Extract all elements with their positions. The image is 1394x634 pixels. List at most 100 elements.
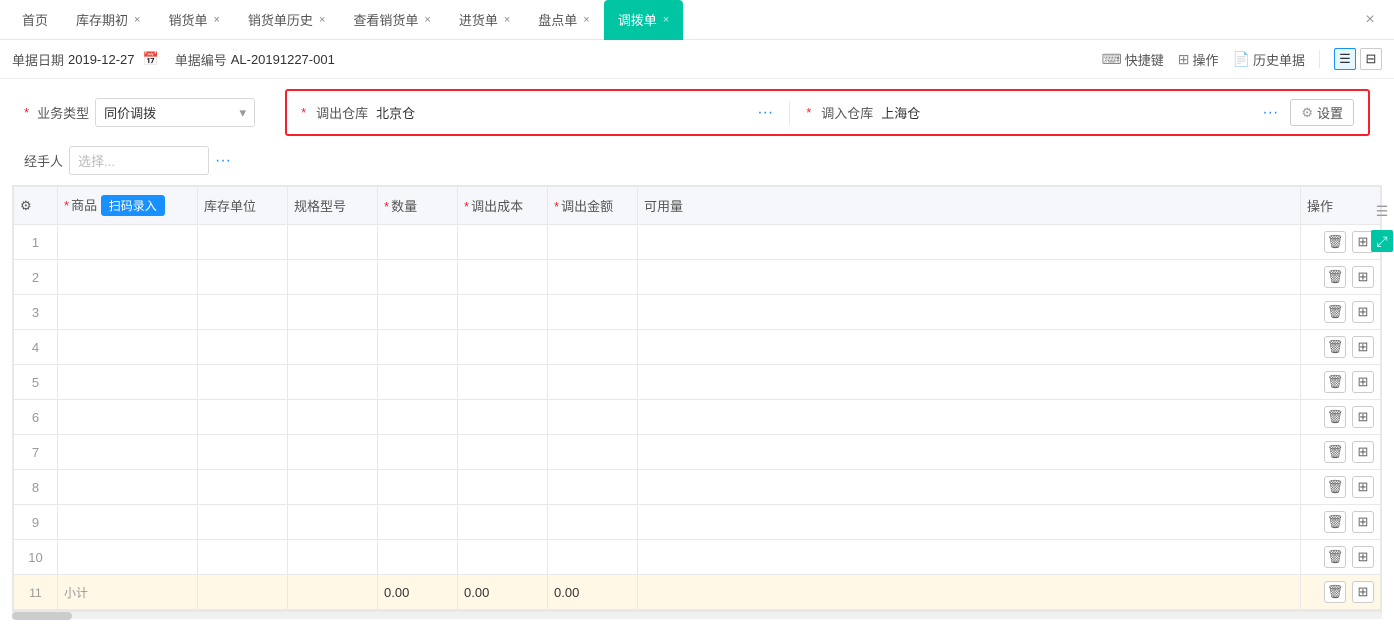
delete-row-button[interactable]: 🗑	[1324, 546, 1346, 568]
unit-cell[interactable]	[198, 505, 288, 540]
qty-cell[interactable]	[378, 470, 458, 505]
qty-cell[interactable]	[378, 295, 458, 330]
product-cell[interactable]	[58, 225, 198, 260]
shortcut-action[interactable]: ⌨ 快捷键	[1102, 50, 1164, 69]
out-warehouse-more-icon[interactable]: ···	[757, 105, 773, 121]
tab-close-stock-init[interactable]: ×	[134, 14, 140, 26]
view-list-icon[interactable]: ☰	[1334, 48, 1356, 70]
delete-row-button[interactable]: 🗑	[1324, 406, 1346, 428]
spec-cell[interactable]	[288, 330, 378, 365]
out-warehouse-value[interactable]: 北京仓	[376, 103, 415, 122]
amount-cell[interactable]	[548, 540, 638, 575]
product-cell[interactable]	[58, 365, 198, 400]
unit-cell[interactable]	[198, 400, 288, 435]
tab-sales-order[interactable]: 销货单 ×	[154, 0, 233, 40]
col-settings[interactable]: ⚙	[14, 187, 58, 225]
in-warehouse-value[interactable]: 上海仓	[881, 103, 920, 122]
cost-cell[interactable]	[458, 260, 548, 295]
spec-cell[interactable]	[288, 365, 378, 400]
product-cell[interactable]	[58, 505, 198, 540]
qty-cell[interactable]	[378, 505, 458, 540]
cost-cell[interactable]	[458, 330, 548, 365]
in-warehouse-more-icon[interactable]: ···	[1262, 105, 1278, 121]
delete-row-button[interactable]: 🗑	[1324, 231, 1346, 253]
delete-row-button[interactable]: 🗑	[1324, 476, 1346, 498]
product-cell[interactable]	[58, 435, 198, 470]
product-cell[interactable]	[58, 400, 198, 435]
barcode-scan-button[interactable]: 扫码录入	[101, 195, 165, 216]
unit-cell[interactable]	[198, 330, 288, 365]
cost-cell[interactable]	[458, 470, 548, 505]
qty-cell[interactable]	[378, 365, 458, 400]
operation-action[interactable]: ⊞ 操作	[1178, 50, 1219, 69]
amount-cell[interactable]	[548, 470, 638, 505]
amount-cell[interactable]	[548, 400, 638, 435]
spec-cell[interactable]	[288, 540, 378, 575]
unit-cell[interactable]	[198, 540, 288, 575]
qty-cell[interactable]	[378, 225, 458, 260]
amount-cell[interactable]	[548, 365, 638, 400]
unit-cell[interactable]	[198, 295, 288, 330]
spec-cell[interactable]	[288, 400, 378, 435]
amount-cell[interactable]	[548, 505, 638, 540]
date-value[interactable]: 2019-12-27	[68, 52, 135, 67]
settings-gear-icon[interactable]: ⚙	[20, 198, 32, 213]
biz-type-select[interactable]: 同价调拨 ▾	[95, 98, 255, 127]
qty-cell[interactable]	[378, 435, 458, 470]
delete-row-button[interactable]: 🗑	[1324, 266, 1346, 288]
tab-sales-history[interactable]: 销货单历史 ×	[234, 0, 339, 40]
unit-cell[interactable]	[198, 470, 288, 505]
tab-stock-init[interactable]: 库存期初 ×	[62, 0, 154, 40]
tab-check-sales[interactable]: 查看销货单 ×	[339, 0, 444, 40]
unit-cell[interactable]	[198, 435, 288, 470]
spec-cell[interactable]	[288, 470, 378, 505]
handler-more-icon[interactable]: ···	[215, 153, 231, 169]
sidebar-list-icon[interactable]: ☰	[1371, 200, 1393, 222]
qty-cell[interactable]	[378, 540, 458, 575]
spec-cell[interactable]	[288, 505, 378, 540]
amount-cell[interactable]	[548, 260, 638, 295]
delete-row-button[interactable]: 🗑	[1324, 441, 1346, 463]
tab-close-check-sales[interactable]: ×	[424, 14, 430, 26]
cost-cell[interactable]	[458, 225, 548, 260]
amount-cell[interactable]	[548, 435, 638, 470]
tab-close-sales-order[interactable]: ×	[213, 14, 219, 26]
unit-cell[interactable]	[198, 260, 288, 295]
spec-cell[interactable]	[288, 260, 378, 295]
qty-cell[interactable]	[378, 330, 458, 365]
tab-inventory[interactable]: 盘点单 ×	[524, 0, 603, 40]
amount-cell[interactable]	[548, 330, 638, 365]
spec-cell[interactable]	[288, 295, 378, 330]
product-cell[interactable]	[58, 540, 198, 575]
delete-row-button[interactable]: 🗑	[1324, 511, 1346, 533]
handler-select[interactable]: 选择...	[69, 146, 209, 175]
qty-cell[interactable]	[378, 400, 458, 435]
product-cell[interactable]	[58, 295, 198, 330]
amount-cell[interactable]	[548, 295, 638, 330]
warehouse-settings-button[interactable]: ⚙ 设置	[1290, 99, 1354, 126]
product-cell[interactable]	[58, 260, 198, 295]
tab-close-inventory[interactable]: ×	[583, 14, 589, 26]
unit-cell[interactable]	[198, 225, 288, 260]
amount-cell[interactable]	[548, 225, 638, 260]
tab-purchase-order[interactable]: 进货单 ×	[445, 0, 524, 40]
sidebar-expand-icon[interactable]: ⤢	[1371, 230, 1393, 252]
tab-close-sales-history[interactable]: ×	[319, 14, 325, 26]
qty-cell[interactable]	[378, 260, 458, 295]
spec-cell[interactable]	[288, 225, 378, 260]
cost-cell[interactable]	[458, 540, 548, 575]
scrollbar-thumb[interactable]	[12, 612, 72, 620]
horizontal-scrollbar[interactable]	[12, 611, 1382, 619]
cost-cell[interactable]	[458, 400, 548, 435]
tab-close-transfer[interactable]: ×	[663, 14, 669, 26]
spec-cell[interactable]	[288, 435, 378, 470]
product-cell[interactable]	[58, 470, 198, 505]
history-action[interactable]: 📄 历史单据	[1233, 50, 1305, 69]
tab-transfer[interactable]: 调拨单 ×	[604, 0, 683, 40]
cost-cell[interactable]	[458, 365, 548, 400]
calendar-icon[interactable]: 📅	[143, 51, 159, 67]
delete-row-button[interactable]: 🗑	[1324, 301, 1346, 323]
unit-cell[interactable]	[198, 365, 288, 400]
delete-row-button[interactable]: 🗑	[1324, 371, 1346, 393]
delete-row-button[interactable]: 🗑	[1324, 336, 1346, 358]
